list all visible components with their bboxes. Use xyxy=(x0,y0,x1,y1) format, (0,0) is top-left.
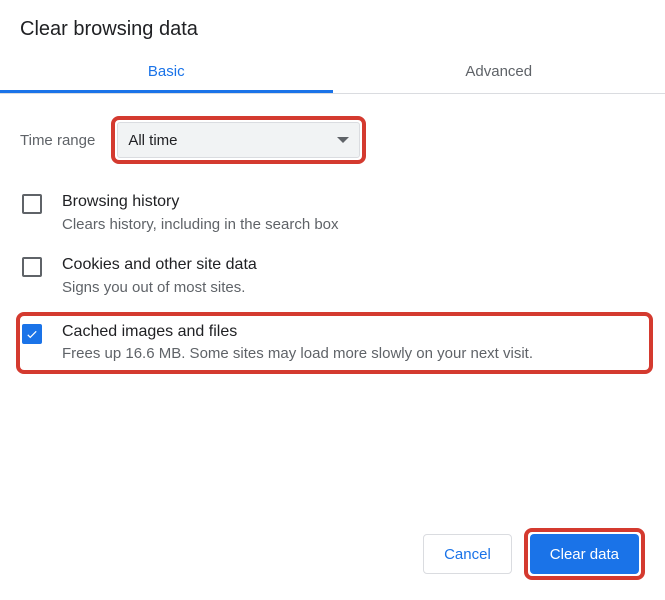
option-text: Browsing history Clears history, includi… xyxy=(62,192,647,235)
time-range-value: All time xyxy=(128,132,177,149)
tab-advanced[interactable]: Advanced xyxy=(333,51,665,93)
options-list: Browsing history Clears history, includi… xyxy=(0,176,665,374)
dialog-footer: Cancel Clear data xyxy=(423,528,645,580)
time-range-label: Time range xyxy=(20,132,95,149)
option-title: Cookies and other site data xyxy=(62,255,647,276)
option-cookies[interactable]: Cookies and other site data Signs you ou… xyxy=(16,245,653,308)
clear-data-button[interactable]: Clear data xyxy=(530,534,639,574)
cancel-button[interactable]: Cancel xyxy=(423,534,512,574)
option-text: Cookies and other site data Signs you ou… xyxy=(62,255,647,298)
option-title: Cached images and files xyxy=(62,322,647,343)
time-range-row: Time range All time xyxy=(0,94,665,176)
option-desc: Signs you out of most sites. xyxy=(62,277,647,298)
check-icon xyxy=(25,327,39,341)
option-browsing-history[interactable]: Browsing history Clears history, includi… xyxy=(16,182,653,245)
dialog-title: Clear browsing data xyxy=(0,0,665,51)
chevron-down-icon xyxy=(337,137,349,143)
option-title: Browsing history xyxy=(62,192,647,213)
checkbox-cookies[interactable] xyxy=(22,257,42,277)
highlight-time-range: All time xyxy=(111,116,366,164)
checkbox-cached-images[interactable] xyxy=(22,324,42,344)
option-text: Cached images and files Frees up 16.6 MB… xyxy=(62,322,647,365)
option-desc: Clears history, including in the search … xyxy=(62,214,647,235)
time-range-select[interactable]: All time xyxy=(117,122,360,158)
option-desc: Frees up 16.6 MB. Some sites may load mo… xyxy=(62,343,647,364)
checkbox-browsing-history[interactable] xyxy=(22,194,42,214)
tabs: Basic Advanced xyxy=(0,51,665,94)
tab-basic[interactable]: Basic xyxy=(0,51,333,93)
highlight-clear-button: Clear data xyxy=(524,528,645,580)
option-cached-images[interactable]: Cached images and files Frees up 16.6 MB… xyxy=(16,312,653,375)
